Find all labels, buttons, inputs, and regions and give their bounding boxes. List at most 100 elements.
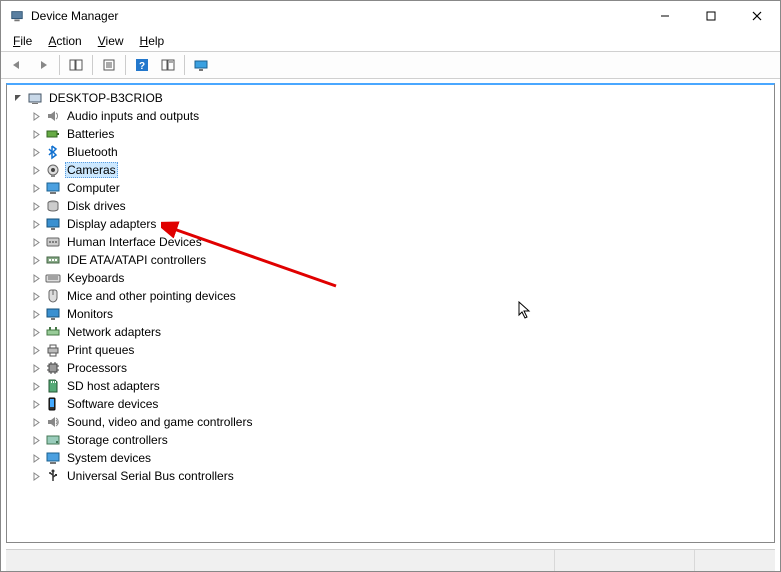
tree-item-network[interactable]: Network adapters (11, 323, 774, 341)
tree-item-label: Processors (65, 361, 129, 375)
expander-icon[interactable] (29, 469, 43, 483)
expander-icon[interactable] (29, 217, 43, 231)
tree-item-audio[interactable]: Audio inputs and outputs (11, 107, 774, 125)
tree-item-hid[interactable]: Human Interface Devices (11, 233, 774, 251)
toolbar-showhide-button[interactable] (64, 53, 88, 77)
expander-icon[interactable] (29, 145, 43, 159)
tree-item-label: Mice and other pointing devices (65, 289, 238, 303)
computer-icon (45, 180, 61, 196)
tree-item-label: Display adapters (65, 217, 158, 231)
expander-icon[interactable] (11, 91, 25, 105)
expander-icon[interactable] (29, 415, 43, 429)
tree-item-ide[interactable]: IDE ATA/ATAPI controllers (11, 251, 774, 269)
expander-icon[interactable] (29, 379, 43, 393)
toolbar-separator (184, 55, 185, 75)
tree-item-sd[interactable]: SD host adapters (11, 377, 774, 395)
tree-item-software[interactable]: Software devices (11, 395, 774, 413)
tree-item-label: Computer (65, 181, 122, 195)
expander-icon[interactable] (29, 127, 43, 141)
menu-action[interactable]: Action (40, 33, 89, 49)
expander-icon[interactable] (29, 361, 43, 375)
titlebar: Device Manager (1, 1, 780, 31)
expander-icon[interactable] (29, 235, 43, 249)
tree-item-disk[interactable]: Disk drives (11, 197, 774, 215)
expander-icon[interactable] (29, 271, 43, 285)
device-tree-pane[interactable]: DESKTOP-B3CRIOB Audio inputs and outputs B… (6, 83, 775, 543)
tree-item-label: Sound, video and game controllers (65, 415, 254, 429)
toolbar-back-button[interactable] (5, 53, 29, 77)
expander-icon[interactable] (29, 181, 43, 195)
menu-file[interactable]: File (5, 33, 40, 49)
tree-item-bluetooth[interactable]: Bluetooth (11, 143, 774, 161)
toolbar-properties-button[interactable] (97, 53, 121, 77)
tree-item-printer[interactable]: Print queues (11, 341, 774, 359)
app-icon (9, 8, 25, 24)
tree-item-cpu[interactable]: Processors (11, 359, 774, 377)
expander-icon[interactable] (29, 397, 43, 411)
usb-icon (45, 468, 61, 484)
tree-item-camera[interactable]: Cameras (11, 161, 774, 179)
sound-icon (45, 414, 61, 430)
tree-item-storage[interactable]: Storage controllers (11, 431, 774, 449)
tree-item-label: Bluetooth (65, 145, 120, 159)
mouse-icon (45, 288, 61, 304)
toolbar-monitor-button[interactable] (189, 53, 213, 77)
expander-icon[interactable] (29, 343, 43, 357)
keyboard-icon (45, 270, 61, 286)
tree-item-label: Batteries (65, 127, 116, 141)
status-segment (695, 550, 775, 571)
minimize-button[interactable] (642, 1, 688, 31)
computer-root-icon (27, 90, 43, 106)
toolbar-help-button[interactable]: ? (130, 53, 154, 77)
sd-icon (45, 378, 61, 394)
maximize-button[interactable] (688, 1, 734, 31)
tree-item-label: SD host adapters (65, 379, 162, 393)
tree-item-computer[interactable]: Computer (11, 179, 774, 197)
audio-icon (45, 108, 61, 124)
expander-icon[interactable] (29, 325, 43, 339)
toolbar-separator (125, 55, 126, 75)
tree-item-system[interactable]: System devices (11, 449, 774, 467)
expander-icon[interactable] (29, 253, 43, 267)
tree-item-keyboard[interactable]: Keyboards (11, 269, 774, 287)
menu-help[interactable]: Help (132, 33, 173, 49)
tree-item-label: Disk drives (65, 199, 128, 213)
tree-item-monitor[interactable]: Monitors (11, 305, 774, 323)
storage-icon (45, 432, 61, 448)
tree-item-mouse[interactable]: Mice and other pointing devices (11, 287, 774, 305)
expander-icon[interactable] (29, 307, 43, 321)
tree-item-label: Human Interface Devices (65, 235, 204, 249)
expander-icon[interactable] (29, 199, 43, 213)
menubar: File Action View Help (1, 31, 780, 51)
tree-item-label: Monitors (65, 307, 115, 321)
tree-item-usb[interactable]: Universal Serial Bus controllers (11, 467, 774, 485)
printer-icon (45, 342, 61, 358)
menu-view[interactable]: View (90, 33, 132, 49)
device-tree: DESKTOP-B3CRIOB Audio inputs and outputs B… (7, 85, 774, 489)
expander-icon[interactable] (29, 163, 43, 177)
tree-item-label: Universal Serial Bus controllers (65, 469, 236, 483)
tree-item-label: Storage controllers (65, 433, 170, 447)
toolbar-separator (59, 55, 60, 75)
tree-item-label: Software devices (65, 397, 160, 411)
expander-icon[interactable] (29, 433, 43, 447)
toolbar-forward-button[interactable] (31, 53, 55, 77)
disk-icon (45, 198, 61, 214)
tree-item-sound[interactable]: Sound, video and game controllers (11, 413, 774, 431)
camera-icon (45, 162, 61, 178)
expander-icon[interactable] (29, 109, 43, 123)
tree-item-label: System devices (65, 451, 153, 465)
tree-item-label: Cameras (65, 162, 118, 178)
statusbar (6, 549, 775, 571)
network-icon (45, 324, 61, 340)
expander-icon[interactable] (29, 451, 43, 465)
expander-icon[interactable] (29, 289, 43, 303)
tree-root[interactable]: DESKTOP-B3CRIOB (11, 89, 774, 107)
toolbar-separator (92, 55, 93, 75)
toolbar-refresh-button[interactable] (156, 53, 180, 77)
tree-item-battery[interactable]: Batteries (11, 125, 774, 143)
tree-root-label: DESKTOP-B3CRIOB (47, 91, 165, 105)
status-segment (555, 550, 695, 571)
tree-item-display[interactable]: Display adapters (11, 215, 774, 233)
close-button[interactable] (734, 1, 780, 31)
